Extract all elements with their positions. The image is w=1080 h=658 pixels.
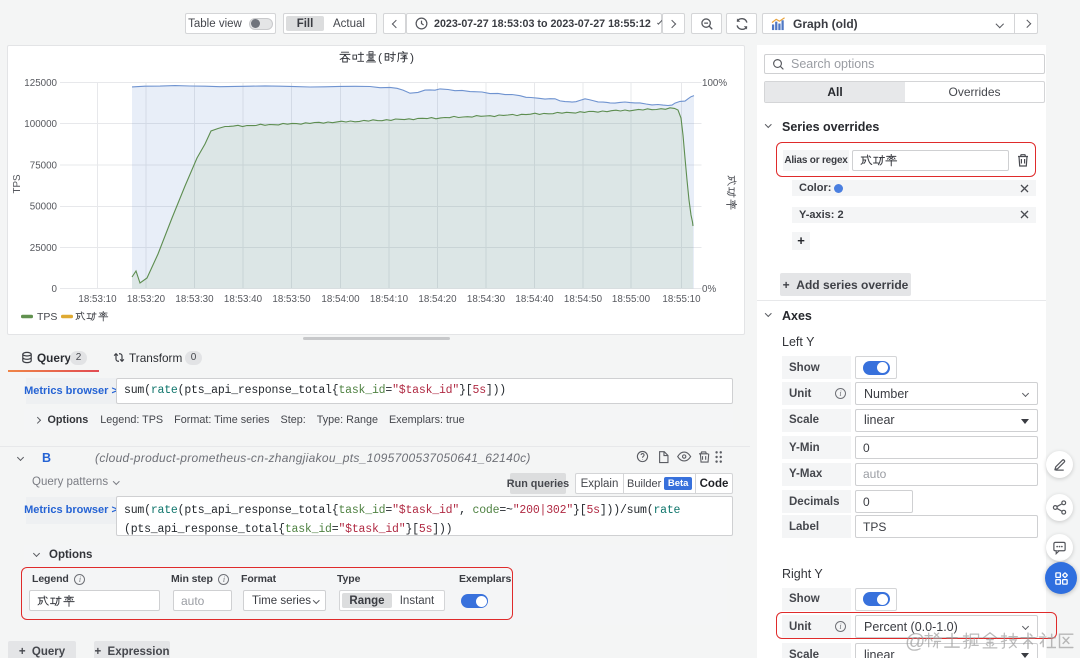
svg-text:18:54:10: 18:54:10 — [370, 294, 409, 305]
svg-text:18:53:30: 18:53:30 — [175, 294, 214, 305]
svg-text:0: 0 — [52, 284, 58, 295]
svg-text:TPS: TPS — [37, 311, 57, 323]
svg-text:125000: 125000 — [24, 78, 57, 89]
svg-text:TPS: TPS — [12, 174, 23, 194]
svg-text:18:54:50: 18:54:50 — [564, 294, 603, 305]
svg-text:18:53:20: 18:53:20 — [127, 294, 166, 305]
svg-text:0%: 0% — [702, 284, 716, 295]
svg-text:18:55:00: 18:55:00 — [612, 294, 651, 305]
svg-text:18:54:20: 18:54:20 — [418, 294, 457, 305]
svg-text:18:53:40: 18:53:40 — [224, 294, 263, 305]
svg-text:): ) — [410, 51, 414, 65]
svg-text:18:55:10: 18:55:10 — [662, 294, 701, 305]
svg-text:18:53:10: 18:53:10 — [78, 294, 117, 305]
svg-text:@: @ — [905, 631, 925, 653]
svg-text:100%: 100% — [702, 78, 727, 89]
svg-text:18:53:50: 18:53:50 — [272, 294, 311, 305]
svg-text:50000: 50000 — [30, 202, 58, 213]
svg-text:100000: 100000 — [24, 119, 57, 130]
svg-text:18:54:30: 18:54:30 — [467, 294, 506, 305]
svg-text:(: ( — [378, 51, 382, 65]
svg-text:75000: 75000 — [30, 161, 58, 172]
svg-text:18:54:00: 18:54:00 — [321, 294, 360, 305]
svg-text:18:54:40: 18:54:40 — [515, 294, 554, 305]
svg-text:25000: 25000 — [30, 243, 58, 254]
